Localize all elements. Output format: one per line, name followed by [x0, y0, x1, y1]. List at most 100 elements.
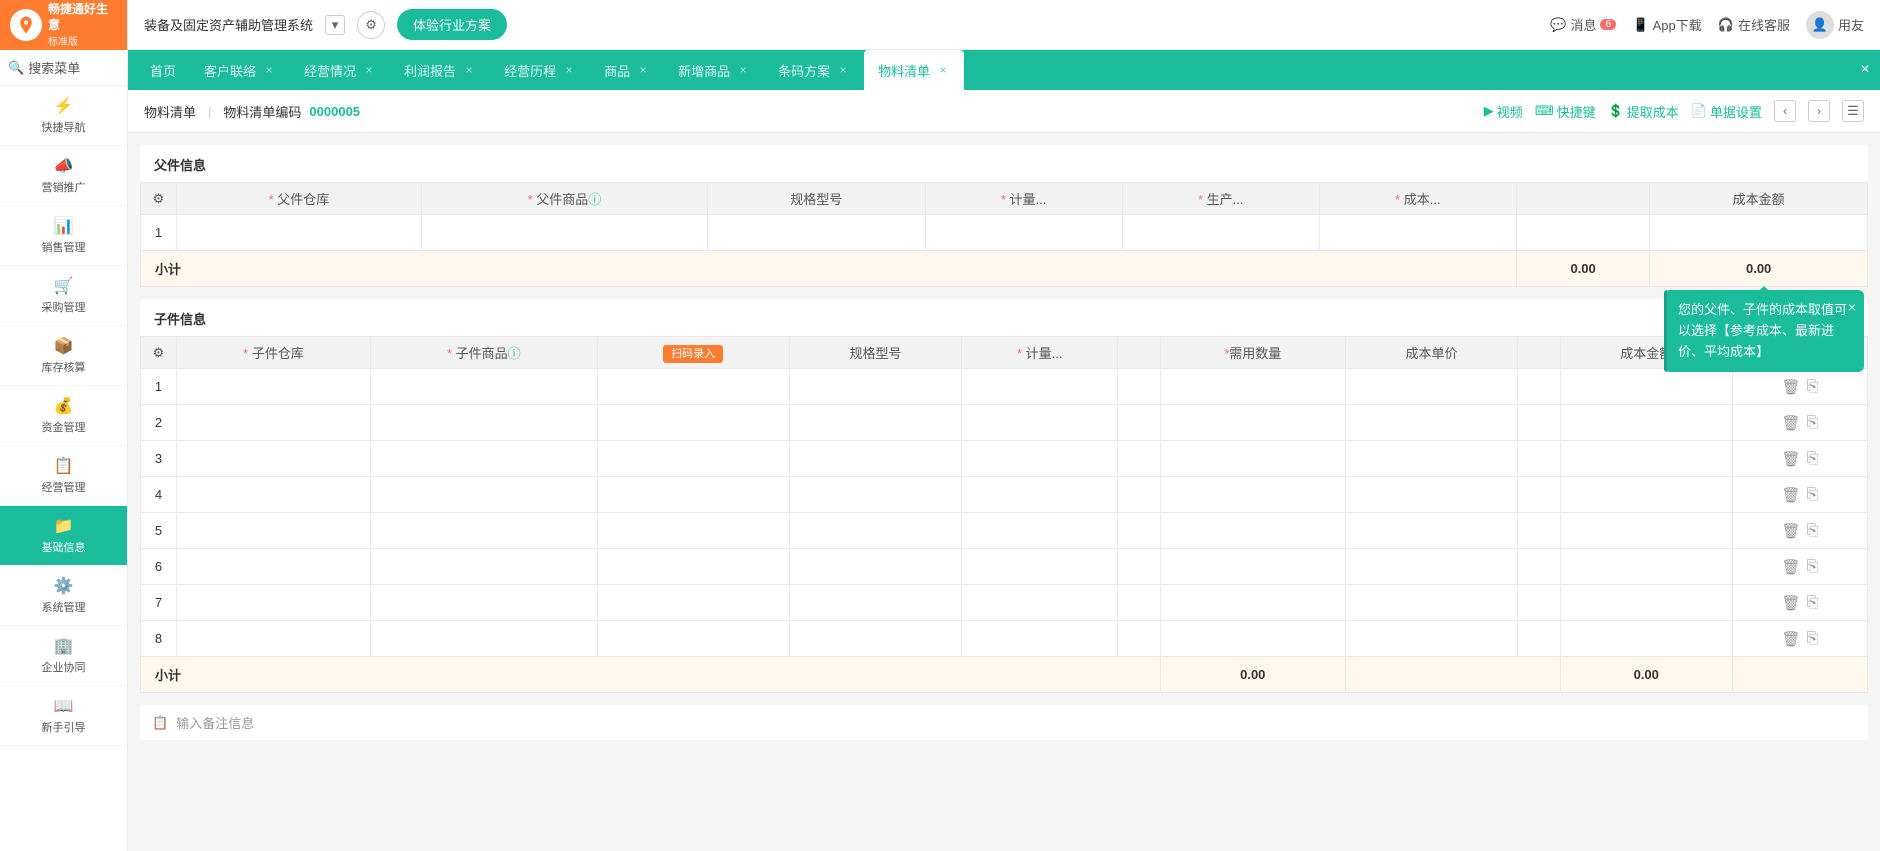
child-row-2-product[interactable]	[371, 405, 598, 441]
tab-bom-close[interactable]: ×	[936, 63, 950, 77]
child-row-1-delete-icon[interactable]: 🗑	[1781, 378, 1800, 396]
child-row-2-delete-icon[interactable]: 🗑	[1781, 414, 1800, 432]
tab-customer-close[interactable]: ×	[262, 63, 276, 77]
parent-col-cost: * 成本...	[1319, 183, 1516, 215]
child-row-1-quantity[interactable]	[1160, 369, 1345, 405]
bottom-icon: 📋	[152, 715, 168, 731]
app-download-label: App下载	[1653, 15, 1702, 34]
tab-bom[interactable]: 物料清单 ×	[864, 50, 964, 90]
child-row-1-unit[interactable]	[962, 369, 1118, 405]
sidebar-item-purchase[interactable]: 🛒 采购管理	[0, 266, 127, 326]
child-row-1-cost-amount	[1560, 369, 1732, 405]
single-settings-action[interactable]: 📄 单据设置	[1691, 102, 1762, 121]
child-row-3-copy-icon[interactable]: ⎘	[1806, 450, 1818, 467]
parent-col-settings: ⚙	[141, 183, 177, 215]
child-row-5-copy-icon[interactable]: ⎘	[1806, 522, 1818, 539]
app-download-button[interactable]: 📱 App下载	[1632, 15, 1701, 34]
child-row-2-unit[interactable]	[962, 405, 1118, 441]
shortcut-action[interactable]: ⌨ 快捷键	[1535, 102, 1596, 121]
sidebar-item-marketing[interactable]: 📣 营销推广	[0, 146, 127, 206]
tab-ops-history-close[interactable]: ×	[562, 63, 576, 77]
grid-view-button[interactable]: ☰	[1842, 100, 1864, 122]
sidebar-item-guide[interactable]: 📖 新手引导	[0, 686, 127, 746]
sidebar-item-system[interactable]: ⚙️ 系统管理	[0, 566, 127, 626]
system-title-dropdown[interactable]: ▾	[325, 15, 345, 35]
tab-new-product-close[interactable]: ×	[736, 63, 750, 77]
single-settings-icon: 📄	[1691, 103, 1707, 119]
logo-icon	[10, 9, 42, 41]
user-menu[interactable]: 👤 用友	[1806, 11, 1864, 39]
sidebar-label-inventory: 库存核算	[42, 359, 86, 375]
child-row-6-delete-icon[interactable]: 🗑	[1781, 558, 1800, 576]
child-row-8-delete-icon[interactable]: 🗑	[1781, 630, 1800, 648]
sidebar-item-finance[interactable]: 💰 资金管理	[0, 386, 127, 446]
tab-operations-status[interactable]: 经营情况 ×	[290, 50, 390, 90]
close-all-tabs[interactable]: ×	[1850, 50, 1880, 90]
parent-row-1-product[interactable]	[421, 215, 707, 251]
child-row-7: 7 🗑 ⎘	[141, 585, 1868, 621]
tooltip-close-button[interactable]: ×	[1848, 296, 1856, 318]
child-row-2-copy-icon[interactable]: ⎘	[1806, 414, 1818, 431]
parent-subtotal-value: 0.00	[1516, 251, 1649, 287]
sidebar-item-quick-nav[interactable]: ⚡ 快捷导航	[0, 86, 127, 146]
parent-row-1-warehouse[interactable]	[177, 215, 422, 251]
child-row-1-warehouse[interactable]	[177, 369, 371, 405]
tab-products-close[interactable]: ×	[636, 63, 650, 77]
child-row-1-copy-icon[interactable]: ⎘	[1806, 378, 1818, 395]
parent-row-1-production[interactable]	[1122, 215, 1319, 251]
child-row-8-copy-icon[interactable]: ⎘	[1806, 630, 1818, 647]
breadcrumb-code-label: 物料清单编码	[223, 102, 301, 121]
sidebar-item-operations[interactable]: 📋 经营管理	[0, 446, 127, 506]
tab-products[interactable]: 商品 ×	[590, 50, 664, 90]
extract-cost-action[interactable]: 💲 提取成本	[1608, 102, 1679, 121]
child-row-7-delete-icon[interactable]: 🗑	[1781, 594, 1800, 612]
child-row-7-copy-icon[interactable]: ⎘	[1806, 594, 1818, 611]
child-row-2-warehouse[interactable]	[177, 405, 371, 441]
sidebar-item-sales[interactable]: 📊 销售管理	[0, 206, 127, 266]
logo-sub: 标准版	[48, 33, 117, 48]
child-row-1-spec[interactable]	[789, 369, 961, 405]
tab-new-product[interactable]: 新增商品 ×	[664, 50, 764, 90]
child-row-5-num: 5	[141, 513, 177, 549]
child-row-4-delete-icon[interactable]: 🗑	[1781, 486, 1800, 504]
parent-row-1-cost[interactable]	[1319, 215, 1516, 251]
tab-profit-report[interactable]: 利润报告 ×	[390, 50, 490, 90]
parent-row-1-spec[interactable]	[707, 215, 925, 251]
tab-profit-close[interactable]: ×	[462, 63, 476, 77]
child-row-5-delete-icon[interactable]: 🗑	[1781, 522, 1800, 540]
next-record-button[interactable]: ›	[1808, 100, 1830, 122]
parent-col-product: * 父件商品ⓘ	[421, 183, 707, 215]
child-row-1-product[interactable]	[371, 369, 598, 405]
logo-text: 畅捷通好生意	[48, 2, 117, 33]
tab-home[interactable]: 首页	[136, 50, 190, 90]
child-row-4-copy-icon[interactable]: ⎘	[1806, 486, 1818, 503]
tab-barcode[interactable]: 条码方案 ×	[764, 50, 864, 90]
tab-new-product-label: 新增商品	[678, 61, 730, 80]
child-row-2-spec[interactable]	[789, 405, 961, 441]
scan-input-button[interactable]: 扫码录入	[663, 345, 723, 363]
child-row-3-delete-icon[interactable]: 🗑	[1781, 450, 1800, 468]
child-row-2-quantity[interactable]	[1160, 405, 1345, 441]
parent-row-1-unit[interactable]	[925, 215, 1122, 251]
sidebar-label-operations: 经营管理	[42, 479, 86, 495]
video-action[interactable]: ▶ 视频	[1484, 102, 1523, 121]
parent-section: 父件信息 ⚙ * 父件仓库 * 父件商品ⓘ 规格型号 * 计量... * 生产.…	[140, 145, 1868, 287]
sidebar-item-basic-info[interactable]: 📁 基础信息	[0, 506, 127, 566]
sidebar-label-system: 系统管理	[42, 599, 86, 615]
sales-icon: 📊	[54, 216, 74, 236]
sidebar-item-enterprise[interactable]: 🏢 企业协同	[0, 626, 127, 686]
child-subtotal-cost: 0.00	[1560, 657, 1732, 693]
prev-record-button[interactable]: ‹	[1774, 100, 1796, 122]
message-button[interactable]: 💬 消息 6	[1550, 15, 1616, 34]
child-col-extra	[1118, 337, 1160, 369]
tab-ops-close[interactable]: ×	[362, 63, 376, 77]
trial-button[interactable]: 体验行业方案	[397, 9, 507, 40]
settings-button[interactable]: ⚙	[357, 11, 385, 39]
tab-barcode-close[interactable]: ×	[836, 63, 850, 77]
sidebar-search[interactable]: 🔍 搜索菜单	[0, 50, 127, 86]
tab-customer[interactable]: 客户联络 ×	[190, 50, 290, 90]
tab-ops-history[interactable]: 经营历程 ×	[490, 50, 590, 90]
sidebar-item-inventory[interactable]: 📦 库存核算	[0, 326, 127, 386]
child-row-6-copy-icon[interactable]: ⎘	[1806, 558, 1818, 575]
online-service-button[interactable]: 🎧 在线客服	[1718, 15, 1790, 34]
